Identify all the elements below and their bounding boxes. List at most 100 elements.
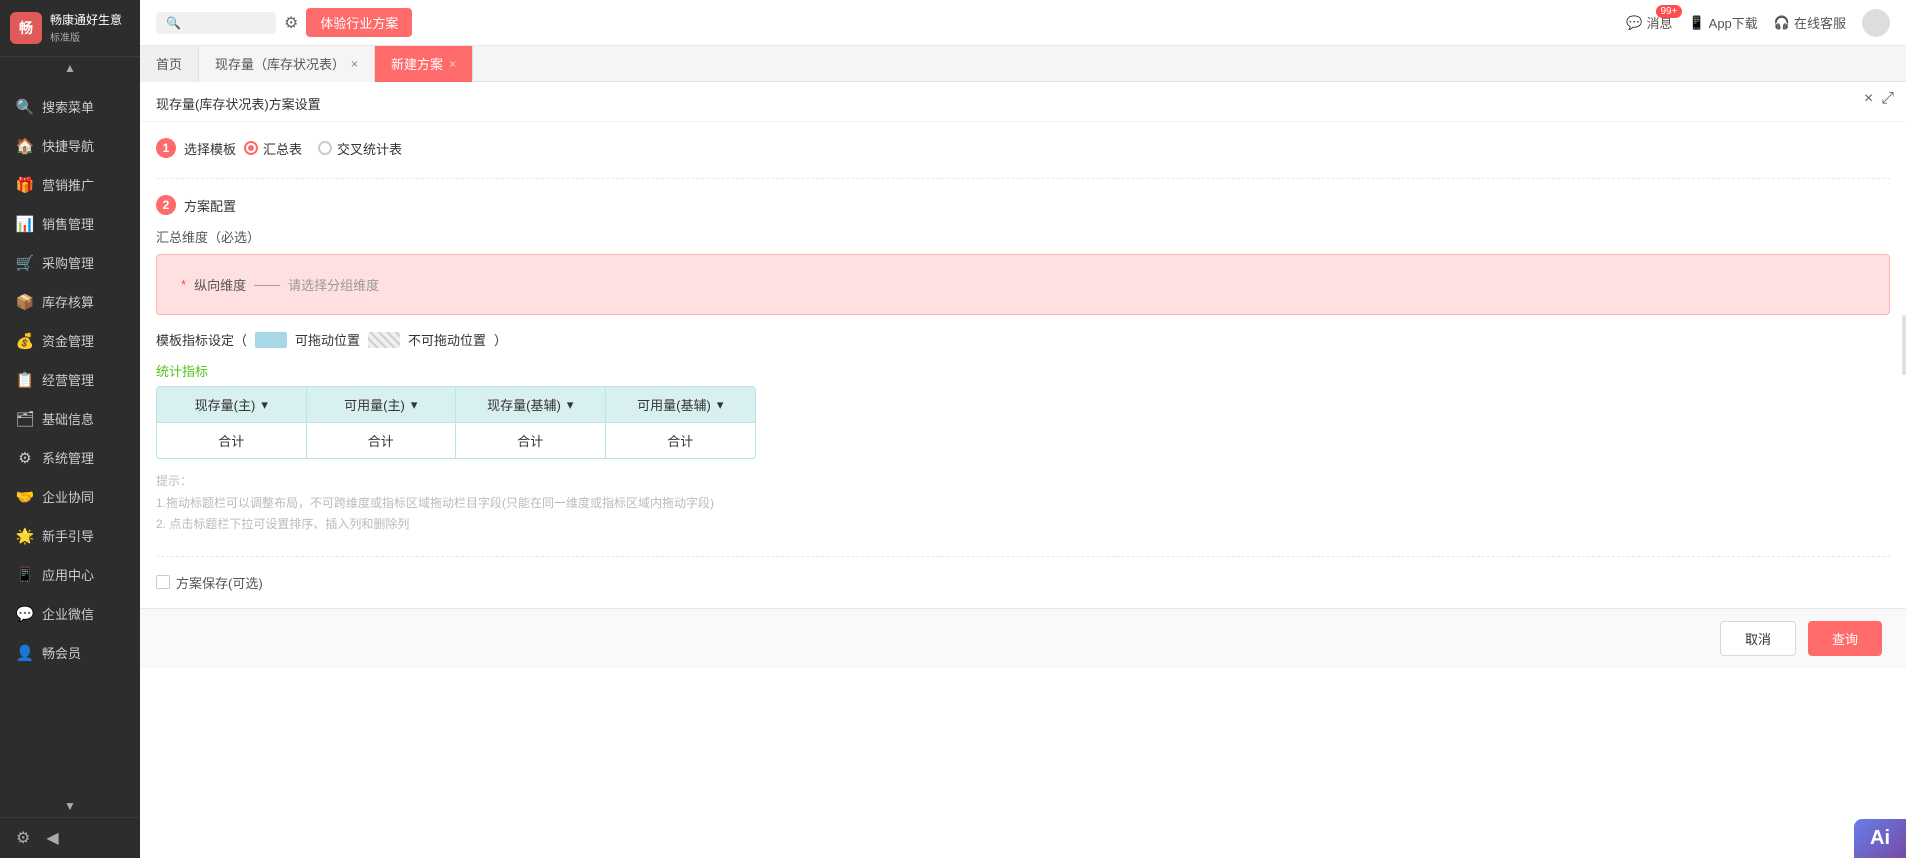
col1-chevron-icon: ▾ <box>261 397 268 413</box>
tips-area: 提示： 1.拖动标题栏可以调整布局，不可跨维度或指标区域拖动栏目字段(只能在同一… <box>156 471 1890 536</box>
sidebar-item-sales[interactable]: 📊 销售管理 <box>0 204 140 243</box>
save-label: 方案保存(可选) <box>176 573 263 592</box>
clipboard-icon: 📋 <box>16 371 34 389</box>
col-header-2[interactable]: 可用量(主) ▾ <box>307 387 457 422</box>
tab-inventory-label: 现存量（库存状况表） <box>215 54 345 73</box>
cell-3: 合计 <box>456 423 606 458</box>
section2-num: 2 <box>156 195 176 215</box>
stats-table: 现存量(主) ▾ 可用量(主) ▾ 现存量(基辅) ▾ 可用量(基辅) <box>156 386 756 459</box>
tip-2: 2. 点击标题栏下拉可设置排序、插入列和删除列 <box>156 514 1890 536</box>
topbar-left: 🔍 ⚙ 体验行业方案 <box>156 8 1614 37</box>
gear-icon: ⚙ <box>16 449 34 467</box>
dimension-required: * <box>181 277 186 292</box>
topbar-app-download[interactable]: 📱 App下载 <box>1688 13 1757 32</box>
sidebar-item-finance[interactable]: 💰 资金管理 <box>0 321 140 360</box>
panel-controls: × ⤢ <box>1864 90 1894 108</box>
scroll-up-btn[interactable]: ▲ <box>0 57 140 79</box>
home-icon: 🏠 <box>16 137 34 155</box>
sidebar-item-member[interactable]: 👤 畅会员 <box>0 633 140 672</box>
sidebar-item-purchase[interactable]: 🛒 采购管理 <box>0 243 140 282</box>
ai-badge[interactable]: Ai <box>1854 819 1906 858</box>
chart-icon: 📊 <box>16 215 34 233</box>
dimension-name: 纵向维度 <box>194 275 246 294</box>
sidebar-item-apps[interactable]: 📱 应用中心 <box>0 555 140 594</box>
template-indicator: 模板指标设定（ 可拖动位置 不可拖动位置 ） <box>156 330 1890 349</box>
sidebar-footer: ⚙ ◀ <box>0 817 140 858</box>
topbar-right: 💬 消息 99+ 📱 App下载 🎧 在线客服 <box>1626 9 1890 37</box>
col4-chevron-icon: ▾ <box>717 397 724 413</box>
checkbox-box[interactable] <box>156 575 170 589</box>
cancel-button[interactable]: 取消 <box>1720 621 1796 656</box>
handshake-icon: 🤝 <box>16 488 34 506</box>
col-header-3[interactable]: 现存量(基辅) ▾ <box>456 387 606 422</box>
sidebar-item-newcomer[interactable]: 🌟 新手引导 <box>0 516 140 555</box>
panel-header: 现存量(库存状况表)方案设置 <box>140 82 1906 122</box>
section1-num: 1 <box>156 138 176 158</box>
cell-2: 合计 <box>307 423 457 458</box>
side-scrollbar[interactable] <box>1902 315 1906 375</box>
topbar-search[interactable]: 🔍 <box>156 12 276 34</box>
section1-title: 1 选择模板 汇总表 交叉统计表 <box>156 138 1890 158</box>
radio-summary[interactable]: 汇总表 <box>244 139 302 158</box>
col-header-1[interactable]: 现存量(主) ▾ <box>157 387 307 422</box>
sidebar-item-search[interactable]: 🔍 搜索菜单 <box>0 87 140 126</box>
user-icon: 👤 <box>16 644 34 662</box>
tab-home[interactable]: 首页 <box>140 46 199 82</box>
sidebar-item-contract[interactable]: 🤝 企业协同 <box>0 477 140 516</box>
search-icon: 🔍 <box>16 98 34 116</box>
sidebar: 畅 畅康通好生意 标准版 ▲ 🔍 搜索菜单 🏠 快捷导航 🎁 营销推广 📊 销售… <box>0 0 140 858</box>
sidebar-nav-label: 快捷导航 <box>42 136 94 155</box>
sidebar-nav: 🔍 搜索菜单 🏠 快捷导航 🎁 营销推广 📊 销售管理 🛒 采购管理 📦 库存核… <box>0 79 140 795</box>
topbar-message[interactable]: 💬 消息 99+ <box>1626 13 1672 32</box>
topbar: 🔍 ⚙ 体验行业方案 💬 消息 99+ 📱 App下载 🎧 在线客服 <box>140 0 1906 46</box>
tab-inventory-close[interactable]: × <box>351 57 358 71</box>
col-header-4[interactable]: 可用量(基辅) ▾ <box>606 387 756 422</box>
save-checkbox[interactable]: 方案保存(可选) <box>156 573 1890 592</box>
collapse-icon[interactable]: ◀ <box>46 828 58 848</box>
stats-table-body: 合计 合计 合计 合计 <box>157 422 755 458</box>
cell-4: 合计 <box>606 423 756 458</box>
query-button[interactable]: 查询 <box>1808 621 1882 656</box>
headset-icon: 🎧 <box>1774 15 1790 31</box>
dimension-placeholder: 请选择分组维度 <box>288 275 379 294</box>
box-icon: 📦 <box>16 293 34 311</box>
topbar-online-service[interactable]: 🎧 在线客服 <box>1774 13 1846 32</box>
message-icon: 💬 <box>1626 15 1642 31</box>
money-icon: 💰 <box>16 332 34 350</box>
stats-label: 统计指标 <box>156 361 1890 380</box>
content-area: 现存量(库存状况表)方案设置 × ⤢ 1 选择模板 汇总表 <box>140 82 1906 858</box>
sidebar-item-system[interactable]: ⚙ 系统管理 <box>0 438 140 477</box>
brand-icon: 畅 <box>10 12 42 44</box>
scroll-down-btn[interactable]: ▼ <box>0 795 140 817</box>
sidebar-item-inventory[interactable]: 📦 库存核算 <box>0 282 140 321</box>
sidebar-item-marketing[interactable]: 🎁 营销推广 <box>0 165 140 204</box>
bottom-bar: 取消 查询 <box>140 608 1906 668</box>
sidebar-brand: 畅 畅康通好生意 标准版 <box>0 0 140 57</box>
panel-expand-btn[interactable]: ⤢ <box>1881 90 1894 108</box>
star-icon: 🌟 <box>16 527 34 545</box>
tabs-bar: 首页 现存量（库存状况表） × 新建方案 × <box>140 46 1906 82</box>
section2-label: 方案配置 <box>184 196 236 215</box>
radio-cross-dot <box>318 141 332 155</box>
panel-close-btn[interactable]: × <box>1864 90 1873 108</box>
not-draggable-indicator <box>368 332 400 348</box>
tab-new-plan[interactable]: 新建方案 × <box>375 46 473 82</box>
message-badge: 99+ <box>1656 5 1683 18</box>
sidebar-item-basic[interactable]: 🗂 基础信息 <box>0 399 140 438</box>
settings-icon[interactable]: ⚙ <box>16 828 30 848</box>
tab-new-plan-close[interactable]: × <box>449 57 456 71</box>
sidebar-item-nav[interactable]: 🏠 快捷导航 <box>0 126 140 165</box>
topbar-search-icon: 🔍 <box>166 16 181 30</box>
tab-inventory[interactable]: 现存量（库存状况表） × <box>199 46 375 82</box>
radio-cross[interactable]: 交叉统计表 <box>318 139 402 158</box>
sidebar-item-operations[interactable]: 📋 经营管理 <box>0 360 140 399</box>
dimension-box[interactable]: * 纵向维度 —— 请选择分组维度 <box>156 254 1890 315</box>
sidebar-item-wechat[interactable]: 💬 企业微信 <box>0 594 140 633</box>
topbar-gear-icon[interactable]: ⚙ <box>284 13 298 33</box>
tab-home-label: 首页 <box>156 54 182 73</box>
section-config: 2 方案配置 汇总维度（必选） * 纵向维度 —— 请选择分组维度 模板指标设定… <box>156 195 1890 536</box>
template-radio-group: 汇总表 交叉统计表 <box>244 139 402 158</box>
panel-body: 1 选择模板 汇总表 交叉统计表 <box>140 122 1906 608</box>
user-avatar[interactable] <box>1862 9 1890 37</box>
trial-btn[interactable]: 体验行业方案 <box>306 8 412 37</box>
